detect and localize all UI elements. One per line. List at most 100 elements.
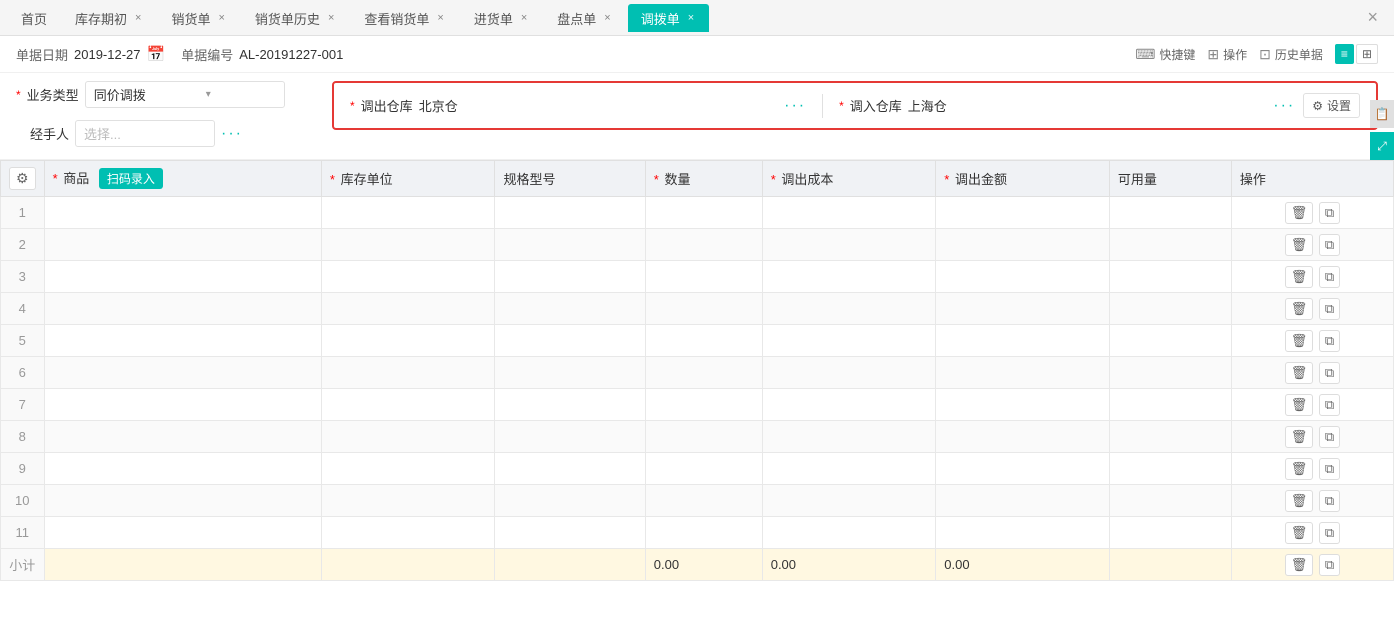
row-copy-button-11[interactable]: ⧉ (1319, 522, 1340, 544)
row-qty-7[interactable] (645, 389, 762, 421)
row-product-2[interactable] (44, 229, 321, 261)
row-cost-4[interactable] (762, 293, 936, 325)
tab-sales-history-close[interactable]: × (326, 12, 336, 24)
row-unit-2[interactable] (321, 229, 495, 261)
row-copy-button-1[interactable]: ⧉ (1319, 202, 1340, 224)
person-input[interactable]: 选择... (75, 120, 215, 147)
row-cost-11[interactable] (762, 517, 936, 549)
row-spec-4[interactable] (495, 293, 645, 325)
subtotal-copy-button[interactable]: ⧉ (1319, 554, 1340, 576)
row-delete-button-2[interactable]: 🗑 (1285, 234, 1314, 256)
row-amount-5[interactable] (936, 325, 1110, 357)
row-product-9[interactable] (44, 453, 321, 485)
row-amount-8[interactable] (936, 421, 1110, 453)
row-cost-9[interactable] (762, 453, 936, 485)
row-amount-1[interactable] (936, 197, 1110, 229)
row-unit-10[interactable] (321, 485, 495, 517)
row-spec-8[interactable] (495, 421, 645, 453)
tab-inventory-check[interactable]: 盘点单 × (544, 4, 625, 32)
tab-transfer[interactable]: 调拨单 × (628, 4, 709, 32)
row-unit-5[interactable] (321, 325, 495, 357)
row-qty-11[interactable] (645, 517, 762, 549)
row-qty-10[interactable] (645, 485, 762, 517)
tab-inventory-check-close[interactable]: × (602, 12, 612, 24)
row-copy-button-10[interactable]: ⧉ (1319, 490, 1340, 512)
row-delete-button-7[interactable]: 🗑 (1285, 394, 1314, 416)
tab-sales-order[interactable]: 销货单 × (158, 4, 239, 32)
row-copy-button-7[interactable]: ⧉ (1319, 394, 1340, 416)
row-copy-button-5[interactable]: ⧉ (1319, 330, 1340, 352)
tab-inventory-init-close[interactable]: × (133, 12, 143, 24)
row-cost-10[interactable] (762, 485, 936, 517)
row-product-6[interactable] (44, 357, 321, 389)
tab-sales-order-close[interactable]: × (216, 12, 226, 24)
shortcuts-button[interactable]: ⌨ 快捷键 (1135, 46, 1195, 63)
row-cost-1[interactable] (762, 197, 936, 229)
in-warehouse-more-button[interactable]: ··· (1273, 97, 1295, 115)
row-amount-9[interactable] (936, 453, 1110, 485)
row-qty-6[interactable] (645, 357, 762, 389)
row-unit-7[interactable] (321, 389, 495, 421)
row-unit-9[interactable] (321, 453, 495, 485)
row-amount-4[interactable] (936, 293, 1110, 325)
row-qty-8[interactable] (645, 421, 762, 453)
sidebar-expand-button[interactable]: ⤢ (1370, 132, 1394, 160)
row-product-11[interactable] (44, 517, 321, 549)
row-qty-5[interactable] (645, 325, 762, 357)
row-qty-2[interactable] (645, 229, 762, 261)
row-amount-3[interactable] (936, 261, 1110, 293)
row-qty-1[interactable] (645, 197, 762, 229)
row-spec-1[interactable] (495, 197, 645, 229)
row-delete-button-3[interactable]: 🗑 (1285, 266, 1314, 288)
row-spec-5[interactable] (495, 325, 645, 357)
out-warehouse-more-button[interactable]: ··· (784, 97, 806, 115)
row-product-5[interactable] (44, 325, 321, 357)
row-spec-9[interactable] (495, 453, 645, 485)
card-view-button[interactable]: ⊞ (1356, 44, 1378, 64)
row-delete-button-4[interactable]: 🗑 (1285, 298, 1314, 320)
row-delete-button-11[interactable]: 🗑 (1285, 522, 1314, 544)
row-amount-10[interactable] (936, 485, 1110, 517)
tab-purchase-close[interactable]: × (519, 12, 529, 24)
tab-sales-history[interactable]: 销货单历史 × (242, 4, 349, 32)
row-spec-11[interactable] (495, 517, 645, 549)
row-unit-1[interactable] (321, 197, 495, 229)
row-copy-button-3[interactable]: ⧉ (1319, 266, 1340, 288)
row-cost-7[interactable] (762, 389, 936, 421)
tab-home[interactable]: 首页 (8, 4, 60, 32)
row-unit-3[interactable] (321, 261, 495, 293)
row-product-7[interactable] (44, 389, 321, 421)
row-cost-5[interactable] (762, 325, 936, 357)
row-spec-10[interactable] (495, 485, 645, 517)
ops-button[interactable]: ⊞ 操作 (1207, 46, 1247, 63)
row-delete-button-8[interactable]: 🗑 (1285, 426, 1314, 448)
biz-type-select[interactable]: 同价调拨 ▾ (85, 81, 285, 108)
row-copy-button-9[interactable]: ⧉ (1319, 458, 1340, 480)
row-qty-4[interactable] (645, 293, 762, 325)
row-copy-button-8[interactable]: ⧉ (1319, 426, 1340, 448)
table-settings-button[interactable]: ⚙ (9, 167, 36, 190)
row-copy-button-6[interactable]: ⧉ (1319, 362, 1340, 384)
subtotal-delete-button[interactable]: 🗑 (1285, 554, 1314, 576)
row-unit-8[interactable] (321, 421, 495, 453)
tab-purchase[interactable]: 进货单 × (461, 4, 542, 32)
sidebar-note-button[interactable]: 📋 (1370, 100, 1394, 128)
row-unit-4[interactable] (321, 293, 495, 325)
row-delete-button-6[interactable]: 🗑 (1285, 362, 1314, 384)
row-copy-button-4[interactable]: ⧉ (1319, 298, 1340, 320)
tab-view-sales[interactable]: 查看销货单 × (351, 4, 458, 32)
row-cost-6[interactable] (762, 357, 936, 389)
settings-button[interactable]: ⚙ 设置 (1303, 93, 1360, 118)
row-spec-6[interactable] (495, 357, 645, 389)
row-unit-11[interactable] (321, 517, 495, 549)
row-amount-11[interactable] (936, 517, 1110, 549)
row-amount-6[interactable] (936, 357, 1110, 389)
person-more-button[interactable]: ··· (221, 125, 243, 143)
row-delete-button-5[interactable]: 🗑 (1285, 330, 1314, 352)
row-product-10[interactable] (44, 485, 321, 517)
row-spec-3[interactable] (495, 261, 645, 293)
tab-inventory-init[interactable]: 库存期初 × (62, 4, 156, 32)
row-product-8[interactable] (44, 421, 321, 453)
row-qty-3[interactable] (645, 261, 762, 293)
row-cost-8[interactable] (762, 421, 936, 453)
